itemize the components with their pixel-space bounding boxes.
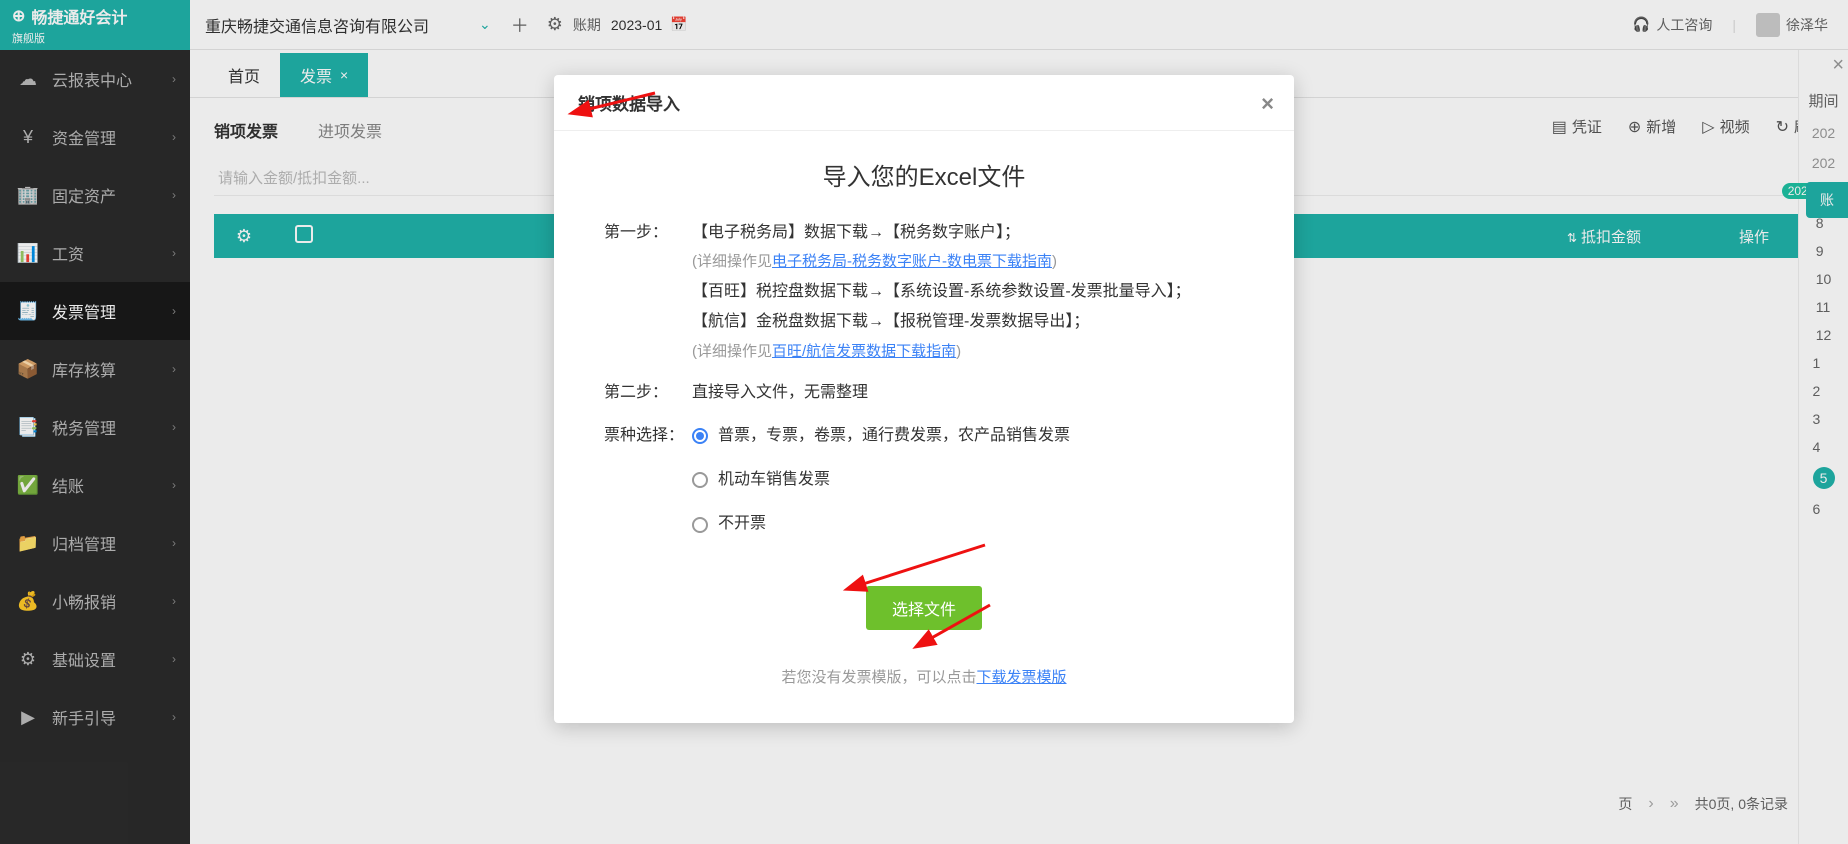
step1-line2: 【百旺】税控盘数据下载→【系统设置-系统参数设置-发票批量导入】； <box>692 277 1244 307</box>
step2-text: 直接导入文件，无需整理 <box>692 378 1244 408</box>
import-modal: 销项数据导入 × 导入您的Excel文件 第一步： 【电子税务局】数据下载→【税… <box>554 75 1294 723</box>
radio-icon <box>692 472 708 488</box>
guide-link-1[interactable]: 电子税务局-税务数字账户-数电票下载指南 <box>772 253 1052 270</box>
modal-heading: 导入您的Excel文件 <box>604 157 1244 192</box>
radio-option-3[interactable]: 不开票 <box>692 509 1244 539</box>
modal-overlay: 销项数据导入 × 导入您的Excel文件 第一步： 【电子税务局】数据下载→【税… <box>0 0 1848 844</box>
modal-title-text: 销项数据导入 <box>578 90 680 115</box>
radio-icon <box>692 428 708 444</box>
select-file-button[interactable]: 选择文件 <box>866 586 982 630</box>
ticket-type-label: 票种选择： <box>604 421 692 554</box>
modal-header: 销项数据导入 × <box>554 75 1294 131</box>
step1-label: 第一步： <box>604 218 692 366</box>
step1-line1: 【电子税务局】数据下载→【税务数字账户】； <box>692 218 1244 248</box>
radio-option-1[interactable]: 普票，专票，卷票，通行费发票，农产品销售发票 <box>692 421 1244 451</box>
template-note: 若您没有发票模版，可以点击下载发票模版 <box>604 666 1244 687</box>
radio-icon <box>692 517 708 533</box>
download-template-link[interactable]: 下载发票模版 <box>977 669 1067 686</box>
guide-link-2[interactable]: 百旺/航信发票数据下载指南 <box>772 343 956 360</box>
step2-label: 第二步： <box>604 378 692 408</box>
modal-close-icon[interactable]: × <box>1261 91 1274 117</box>
step1-line3: 【航信】金税盘数据下载→【报税管理-发票数据导出】； <box>692 307 1244 337</box>
radio-option-2[interactable]: 机动车销售发票 <box>692 465 1244 495</box>
